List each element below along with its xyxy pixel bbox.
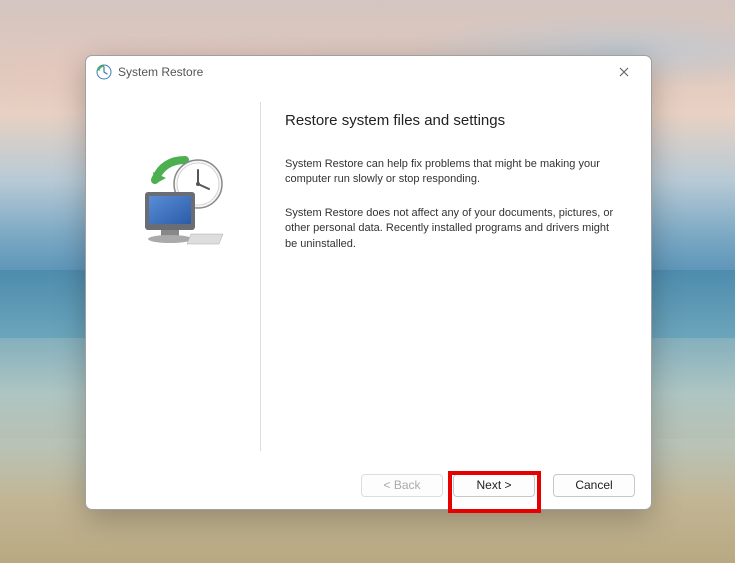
restore-illustration	[133, 152, 233, 252]
close-icon	[619, 67, 629, 77]
back-button[interactable]: < Back	[361, 474, 443, 497]
button-row: < Back Next > Cancel	[86, 461, 651, 509]
cancel-button[interactable]: Cancel	[553, 474, 635, 497]
next-button[interactable]: Next >	[453, 474, 535, 497]
system-restore-dialog: System Restore	[85, 55, 652, 510]
system-restore-icon	[96, 64, 112, 80]
intro-paragraph-1: System Restore can help fix problems tha…	[285, 157, 621, 188]
wizard-content: Restore system files and settings System…	[261, 102, 631, 451]
intro-paragraph-2: System Restore does not affect any of yo…	[285, 206, 621, 252]
close-button[interactable]	[605, 58, 643, 86]
titlebar: System Restore	[86, 56, 651, 88]
window-title: System Restore	[118, 65, 605, 79]
wizard-body: Restore system files and settings System…	[86, 88, 651, 461]
page-heading: Restore system files and settings	[285, 112, 621, 129]
wizard-sidebar	[106, 102, 261, 451]
